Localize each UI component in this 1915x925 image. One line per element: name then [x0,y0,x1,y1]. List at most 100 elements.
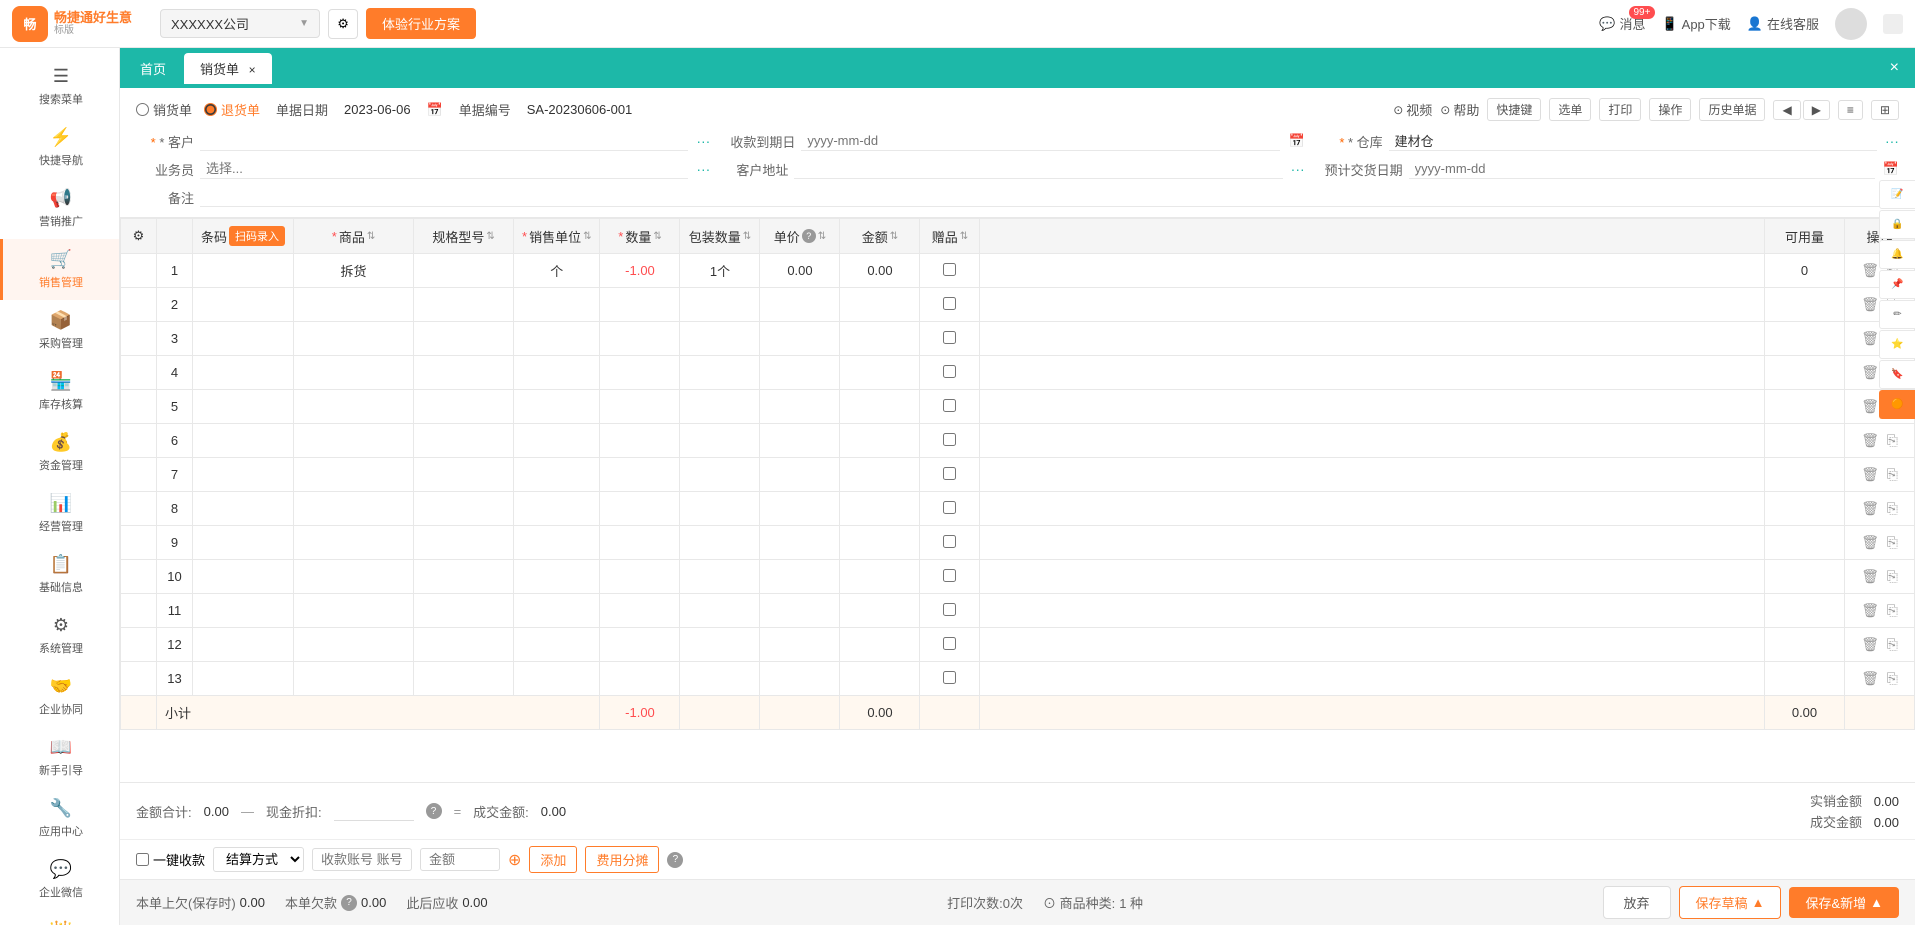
sidebar-item-基础信息[interactable]: 📋基础信息 [0,544,119,605]
cell-unit[interactable] [514,424,600,458]
cell-barcode[interactable] [193,492,294,526]
tab-close-icon[interactable]: × [249,63,256,77]
cell-pkg-qty[interactable] [680,526,760,560]
scan-btn[interactable]: 扫码录入 [229,226,285,246]
cell-qty[interactable] [600,492,680,526]
cell-spec[interactable] [414,628,514,662]
discount-input[interactable] [334,801,414,821]
cell-price[interactable] [760,322,840,356]
user-menu-icon[interactable] [1883,14,1903,34]
cell-pkg-qty[interactable] [680,594,760,628]
cell-barcode[interactable] [193,254,294,288]
cell-gift[interactable] [920,492,980,526]
remark-input[interactable] [200,187,1899,207]
cell-gift[interactable] [920,356,980,390]
float-btn-edit[interactable]: ✏ [1879,300,1915,329]
float-btn-lock[interactable]: 🔒 [1879,210,1915,239]
message-icon[interactable]: 💬 消息 99+ [1599,14,1645,33]
cell-qty[interactable] [600,594,680,628]
cell-unit[interactable] [514,560,600,594]
copy-row-icon[interactable]: ⎘ [1887,500,1898,516]
cell-amount[interactable] [840,526,920,560]
float-btn-pin[interactable]: 📌 [1879,270,1915,299]
cell-qty[interactable]: -1.00 [600,254,680,288]
delete-row-icon[interactable]: 🗑 [1861,330,1879,346]
cell-goods[interactable] [294,492,414,526]
cell-gift[interactable] [920,526,980,560]
delete-row-icon[interactable]: 🗑 [1861,636,1879,652]
operate-btn[interactable]: 操作 [1649,98,1691,121]
cell-spec[interactable] [414,424,514,458]
shortcut-btn[interactable]: 快捷键 [1487,98,1541,121]
cell-spec[interactable] [414,560,514,594]
delete-row-icon[interactable]: 🗑 [1861,670,1879,686]
cell-goods[interactable] [294,458,414,492]
cell-amount[interactable] [840,356,920,390]
app-download-link[interactable]: 📱 App下载 [1661,14,1730,33]
cell-gift[interactable] [920,594,980,628]
cell-unit[interactable] [514,492,600,526]
cell-qty[interactable] [600,424,680,458]
cell-qty[interactable] [600,458,680,492]
cell-qty[interactable] [600,628,680,662]
add-btn[interactable]: 添加 [529,846,577,873]
save-new-button[interactable]: 保存&新增 ▲ [1789,887,1899,918]
cell-price[interactable] [760,390,840,424]
sidebar-item-经营管理[interactable]: 📊经营管理 [0,483,119,544]
sidebar-item-采购管理[interactable]: 📦采购管理 [0,300,119,361]
cell-spec[interactable] [414,594,514,628]
cell-gift[interactable] [920,424,980,458]
cell-spec[interactable] [414,492,514,526]
cell-qty[interactable] [600,288,680,322]
cell-spec[interactable] [414,254,514,288]
cell-unit[interactable] [514,628,600,662]
copy-row-icon[interactable]: ⎘ [1887,534,1898,550]
cell-unit[interactable]: 个 [514,254,600,288]
cell-amount[interactable]: 0.00 [840,254,920,288]
cell-barcode[interactable] [193,662,294,696]
cell-gift[interactable] [920,560,980,594]
cell-goods[interactable] [294,288,414,322]
sidebar-item-系统管理[interactable]: ⚙系统管理 [0,605,119,666]
cell-spec[interactable] [414,526,514,560]
cell-price[interactable] [760,594,840,628]
list-view-btn[interactable]: ≡ [1838,100,1863,120]
sidebar-item-营销推广[interactable]: 📢营销推广 [0,178,119,239]
copy-row-icon[interactable]: ⎘ [1887,670,1898,686]
cell-goods[interactable] [294,356,414,390]
cell-unit[interactable] [514,594,600,628]
cell-barcode[interactable] [193,424,294,458]
cell-gift[interactable] [920,254,980,288]
avatar[interactable] [1835,8,1867,40]
cell-spec[interactable] [414,356,514,390]
cell-qty[interactable] [600,356,680,390]
cell-amount[interactable] [840,424,920,458]
copy-row-icon[interactable]: ⎘ [1887,432,1898,448]
delete-row-icon[interactable]: 🗑 [1861,398,1879,414]
payment-due-calendar-icon[interactable]: 📅 [1288,133,1304,149]
customer-addr-dots-icon[interactable]: ··· [1291,161,1305,177]
delete-row-icon[interactable]: 🗑 [1861,296,1879,312]
cell-pkg-qty[interactable] [680,356,760,390]
salesperson-input[interactable] [200,159,688,179]
cell-barcode[interactable] [193,322,294,356]
cell-unit[interactable] [514,458,600,492]
sidebar-item-企业微信[interactable]: 💬企业微信 [0,849,119,910]
cell-amount[interactable] [840,458,920,492]
delete-row-icon[interactable]: 🗑 [1861,466,1879,482]
sidebar-item-企业协同[interactable]: 🤝企业协同 [0,666,119,727]
cell-amount[interactable] [840,288,920,322]
sidebar-item-销售管理[interactable]: 🛒销售管理 [0,239,119,300]
delete-row-icon[interactable]: 🗑 [1861,602,1879,618]
cell-pkg-qty[interactable] [680,390,760,424]
delete-row-icon[interactable]: 🗑 [1861,364,1879,380]
copy-row-icon[interactable]: ⎘ [1887,568,1898,584]
discount-help-icon[interactable]: ? [426,803,442,819]
cell-amount[interactable] [840,322,920,356]
copy-row-icon[interactable]: ⎘ [1887,636,1898,652]
prev-btn[interactable]: ◀ [1773,100,1800,120]
settings-gear-icon[interactable]: ⚙ [328,9,358,39]
cell-goods[interactable] [294,526,414,560]
cell-goods[interactable] [294,594,414,628]
cell-barcode[interactable] [193,458,294,492]
